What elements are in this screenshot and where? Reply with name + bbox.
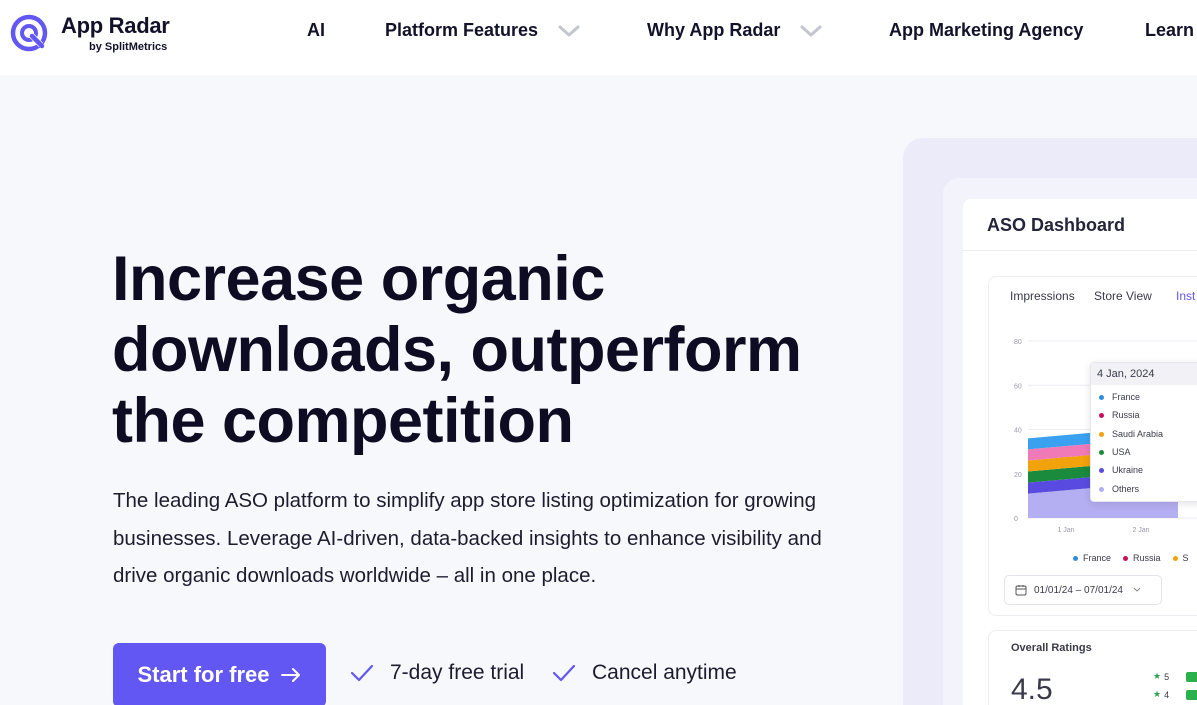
hero-title: Increase organic downloads, outperform t… <box>112 244 802 456</box>
cta-label: Start for free <box>137 662 270 687</box>
dashboard-title: ASO Dashboard <box>987 215 1126 235</box>
rating-bar <box>1186 672 1197 682</box>
feature-check-cancel: Cancel anytime <box>552 661 737 685</box>
start-for-free-button[interactable]: Start for free <box>113 643 326 705</box>
nav-label: App Marketing Agency <box>889 20 1084 40</box>
feature-check-label: 7-day free trial <box>390 661 525 684</box>
legend-label: France <box>1083 553 1112 563</box>
radar-logo-icon <box>10 14 48 52</box>
brand-name: App Radar <box>61 13 170 38</box>
calendar-icon <box>1015 585 1027 596</box>
legend-dot <box>1099 412 1104 418</box>
date-range-value: 01/01/24 – 07/01/24 <box>1034 584 1123 596</box>
tab-store-view[interactable]: Store View <box>1094 289 1152 303</box>
y-tick-label: 80 <box>1014 339 1022 346</box>
tooltip-row: USA <box>1099 447 1131 457</box>
star-icon: ★ <box>1153 689 1162 699</box>
x-tick-label: 1 Jan <box>1057 527 1074 534</box>
tooltip-label: France <box>1112 392 1141 402</box>
nav-item-ai[interactable]: AI <box>307 20 325 41</box>
tooltip-label: Russia <box>1112 410 1140 420</box>
tooltip-row: Saudi Arabia <box>1099 429 1163 439</box>
tooltip-row: Ukraine <box>1099 465 1143 475</box>
date-range-picker[interactable]: 01/01/24 – 07/01/24 <box>1004 575 1162 605</box>
star-icon: ★ <box>1153 671 1162 681</box>
legend-item: Russia <box>1123 553 1161 563</box>
nav-item-learn[interactable]: Learn <box>1145 20 1194 41</box>
chart-tooltip: 4 Jan, 2024 France Russia Saudi Arabia U… <box>1090 362 1197 502</box>
star-count: 4 <box>1164 689 1170 700</box>
legend-dot <box>1099 486 1104 492</box>
legend-label: S <box>1182 553 1189 563</box>
checkmark-icon <box>350 664 374 682</box>
tooltip-row: Others <box>1099 484 1139 494</box>
legend-dot <box>1099 394 1104 400</box>
y-tick-label: 0 <box>1014 516 1018 523</box>
tooltip-label: Saudi Arabia <box>1112 429 1164 439</box>
legend-item: S <box>1172 553 1189 563</box>
legend-dot <box>1172 555 1178 561</box>
tooltip-label: Others <box>1112 484 1140 494</box>
dashboard-divider <box>963 250 1197 251</box>
ratings-title: Overall Ratings <box>1011 642 1092 654</box>
legend-dot <box>1099 431 1104 437</box>
tooltip-label: USA <box>1112 447 1131 457</box>
nav-item-why-app-radar[interactable]: Why App Radar <box>647 20 822 41</box>
star-row: ★ 5 <box>1153 671 1169 682</box>
y-tick-label: 20 <box>1014 472 1022 479</box>
hero-subtitle: The leading ASO platform to simplify app… <box>113 489 822 587</box>
nav-label: Why App Radar <box>647 20 781 40</box>
chevron-down-icon <box>558 25 580 36</box>
tooltip-row: France <box>1099 392 1140 402</box>
y-tick-label: 60 <box>1014 383 1022 390</box>
nav-item-app-marketing-agency[interactable]: App Marketing Agency <box>889 20 1083 41</box>
chevron-down-icon <box>800 25 822 36</box>
tooltip-label: Ukraine <box>1112 465 1144 475</box>
legend-item: France <box>1073 553 1111 563</box>
tab-installs[interactable]: Inst <box>1176 289 1195 303</box>
brand-logo[interactable]: App Radar by SplitMetrics <box>10 11 181 55</box>
legend-label: Russia <box>1133 553 1161 563</box>
brand-subtitle: by SplitMetrics <box>89 41 168 53</box>
arrow-right-icon <box>280 668 300 682</box>
star-row: ★ 4 <box>1153 689 1169 700</box>
ratings-value: 4.5 <box>1011 673 1053 705</box>
feature-check-label: Cancel anytime <box>592 661 737 684</box>
nav-item-platform-features[interactable]: Platform Features <box>385 20 580 41</box>
y-tick-label: 40 <box>1014 428 1022 435</box>
rating-bar <box>1186 690 1197 700</box>
tooltip-date: 4 Jan, 2024 <box>1097 368 1155 380</box>
nav-label: Learn <box>1145 20 1195 40</box>
legend-dot <box>1099 467 1104 473</box>
checkmark-icon <box>552 664 576 682</box>
nav-label: AI <box>307 20 325 40</box>
chevron-down-icon <box>1133 587 1141 592</box>
top-navigation: App Radar by SplitMetrics AI Platform Fe… <box>0 0 1197 75</box>
nav-label: Platform Features <box>385 20 539 40</box>
x-tick-label: 2 Jan <box>1132 527 1149 534</box>
legend-dot <box>1099 449 1104 455</box>
star-count: 5 <box>1164 671 1170 682</box>
legend-dot <box>1123 555 1129 561</box>
chart-legend: France Russia S <box>1073 553 1197 563</box>
legend-dot <box>1073 555 1078 561</box>
tooltip-row: Russia <box>1099 410 1140 420</box>
tab-impressions[interactable]: Impressions <box>1010 289 1075 303</box>
feature-check-trial: 7-day free trial <box>350 661 524 685</box>
